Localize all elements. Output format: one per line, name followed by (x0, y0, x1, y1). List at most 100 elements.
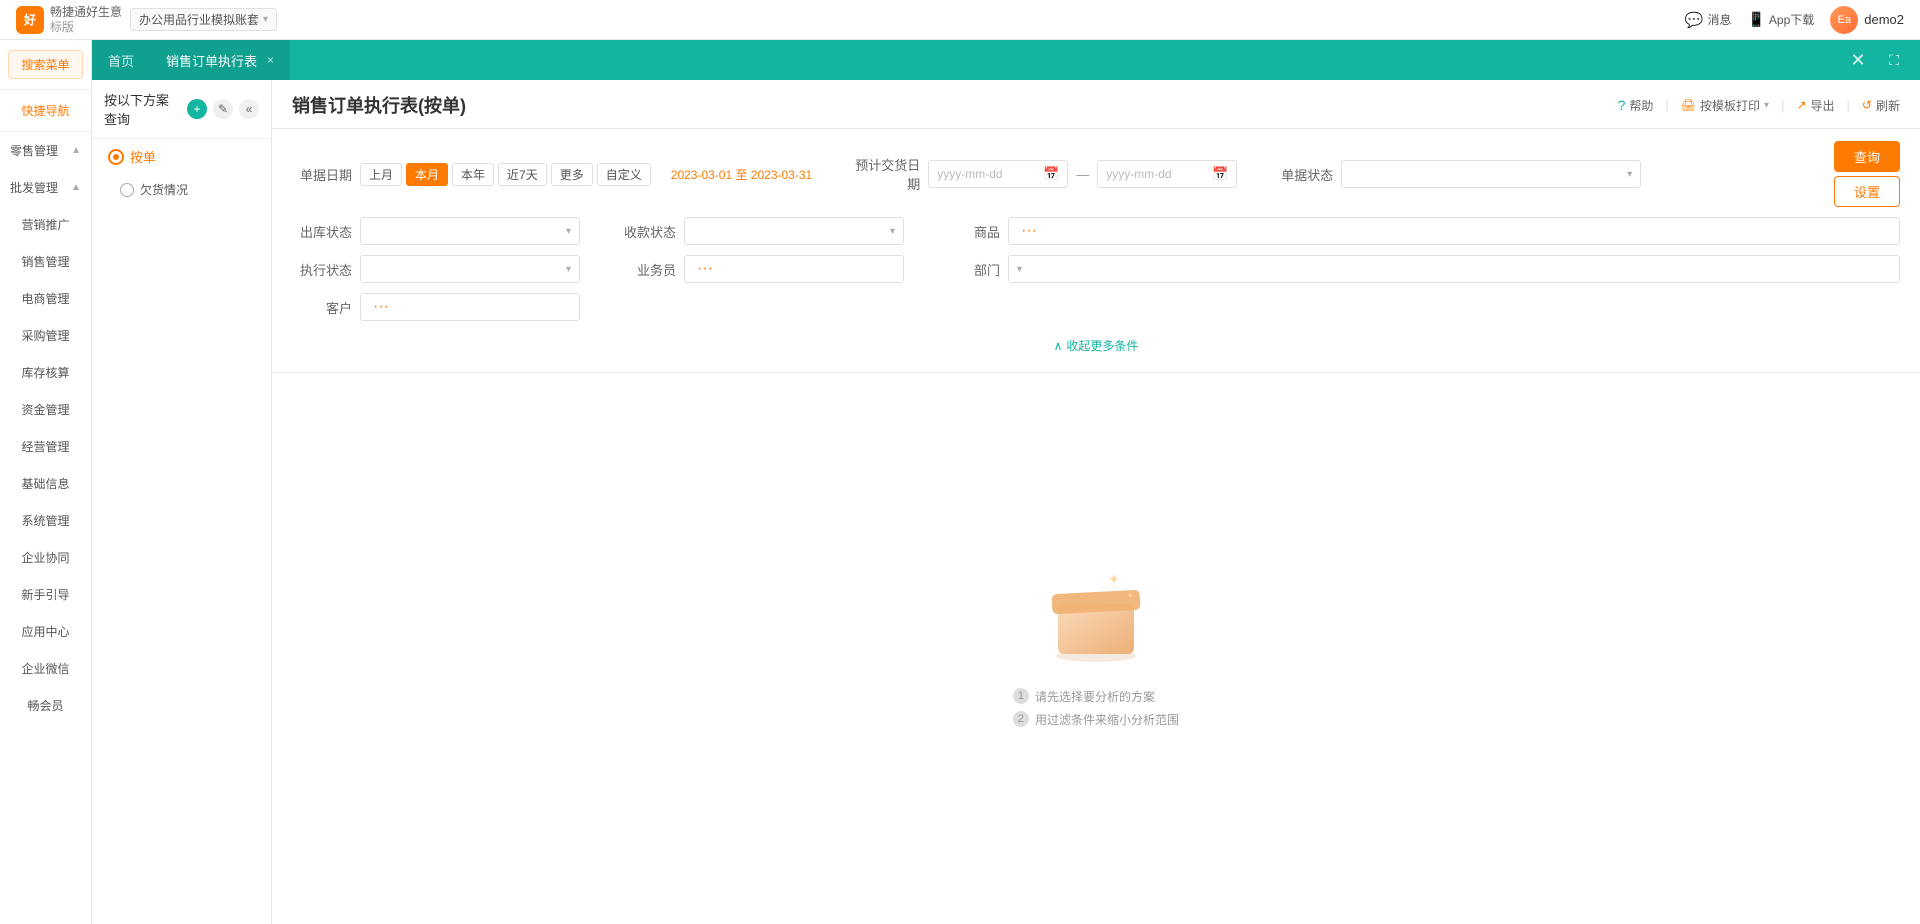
print-chevron-icon: ▾ (1764, 100, 1769, 111)
sidebar-item-retail[interactable]: 零售管理 ▲ (0, 132, 91, 169)
main-content: 销售订单执行表(按单) ? 帮助 | 🖨 按模板打印 ▾ (272, 80, 1920, 924)
filter-row-3: 执行状态 ▾ 业务员 ··· (292, 255, 1900, 283)
left-panel-icons: + ✎ « (187, 99, 259, 119)
empty-illustration: ✦ ✦ (1036, 564, 1156, 664)
scheme-item-by-order[interactable]: 按单 (92, 139, 271, 174)
sidebar-item-system[interactable]: 系统管理 (0, 502, 91, 539)
product-input[interactable]: ··· (1008, 217, 1900, 245)
logo-area: 好 畅捷通好生意 标版 (16, 5, 122, 34)
svg-text:✦: ✦ (1108, 571, 1120, 587)
app-download-button[interactable]: 📱 App下载 (1747, 11, 1814, 28)
sub-item-shortage[interactable]: 欠货情况 (92, 174, 271, 205)
scheme-radio-icon (108, 149, 124, 165)
sidebar-search: 搜索菜单 (0, 40, 91, 90)
customer-input[interactable]: ··· (360, 293, 580, 321)
collapse-row: ∧ 收起更多条件 (292, 331, 1900, 360)
sidebar-item-sales[interactable]: 销售管理 (0, 243, 91, 280)
logo-icon: 好 (16, 6, 44, 34)
print-icon: 🖨 (1681, 98, 1696, 112)
chevron-up-icon: ∧ (1054, 339, 1063, 353)
sidebar-item-guide[interactable]: 新手引导 (0, 576, 91, 613)
filter-area: 单据日期 上月 本月 本年 近7天 更多 自定义 2023-03-01 至 20… (272, 129, 1920, 373)
salesperson-label: 业务员 (616, 260, 676, 279)
exec-status-label: 执行状态 (292, 260, 352, 279)
dept-select[interactable]: ▾ (1008, 255, 1900, 283)
tab-home[interactable]: 首页 (92, 40, 150, 80)
calendar-icon-2: 📅 (1212, 166, 1228, 182)
sidebar-item-collab[interactable]: 企业协同 (0, 539, 91, 576)
tab-actions: ✕ ⛶ (1844, 46, 1920, 74)
svg-text:✦: ✦ (1126, 591, 1134, 602)
receipt-status-select[interactable]: ▾ (684, 217, 904, 245)
window-close-button[interactable]: ✕ (1844, 46, 1872, 74)
date-btn-last-month[interactable]: 上月 (360, 163, 402, 186)
page-actions: ? 帮助 | 🖨 按模板打印 ▾ | ↗ (1618, 97, 1900, 114)
export-icon: ↗ (1796, 98, 1806, 112)
message-icon: 💬 (1685, 11, 1704, 29)
window-expand-button[interactable]: ⛶ (1880, 46, 1908, 74)
date-buttons: 上月 本月 本年 近7天 更多 自定义 (360, 163, 651, 186)
salesperson-input[interactable]: ··· (684, 255, 904, 283)
date-range-display: 2023-03-01 至 2023-03-31 (671, 166, 812, 183)
tab-bar: 首页 销售订单执行表 × ✕ ⛶ (92, 40, 1920, 80)
user-area[interactable]: Ea demo2 (1830, 6, 1904, 34)
chevron-down-icon: ▾ (890, 226, 895, 237)
sidebar-item-purchase[interactable]: 采购管理 (0, 317, 91, 354)
edit-scheme-button[interactable]: ✎ (213, 99, 233, 119)
expected-date-label: 预计交货日期 (848, 155, 920, 193)
avatar: Ea (1830, 6, 1858, 34)
sidebar-item-inventory[interactable]: 库存核算 (0, 354, 91, 391)
add-scheme-button[interactable]: + (187, 99, 207, 119)
doc-status-select[interactable]: ▾ (1341, 160, 1641, 188)
dept-label: 部门 (940, 260, 1000, 279)
settings-button[interactable]: 设置 (1834, 176, 1900, 207)
app-selector[interactable]: 办公用品行业模拟账套 ▾ (130, 8, 277, 31)
query-btn-group: 查询 设置 (1834, 141, 1900, 207)
sidebar-item-marketing[interactable]: 营销推广 (0, 206, 91, 243)
sidebar-item-basics[interactable]: 基础信息 (0, 465, 91, 502)
quick-nav-button[interactable]: 快捷导航 (0, 96, 91, 125)
date-btn-more[interactable]: 更多 (551, 163, 593, 186)
filter-row-4: 客户 ··· (292, 293, 1900, 321)
sidebar-item-app-center[interactable]: 应用中心 (0, 613, 91, 650)
date-btn-this-year[interactable]: 本年 (452, 163, 494, 186)
date-btn-7days[interactable]: 近7天 (498, 163, 547, 186)
sidebar-item-finance[interactable]: 资金管理 (0, 391, 91, 428)
topbar-right: 💬 消息 📱 App下载 Ea demo2 (1685, 6, 1904, 34)
user-name[interactable]: demo2 (1864, 12, 1904, 27)
date-btn-this-month[interactable]: 本月 (406, 163, 448, 186)
sidebar-item-wechat[interactable]: 企业微信 (0, 650, 91, 687)
right-area: 首页 销售订单执行表 × ✕ ⛶ 按以下方案查询 + ✎ « (92, 40, 1920, 924)
date-btn-custom[interactable]: 自定义 (597, 163, 651, 186)
date-label: 单据日期 (292, 165, 352, 184)
calendar-icon: 📅 (1043, 166, 1059, 182)
chevron-down-icon: ▾ (566, 264, 571, 275)
tab-sales-exec[interactable]: 销售订单执行表 × (150, 40, 290, 80)
sidebar-item-wholesale[interactable]: 批发管理 ▲ (0, 169, 91, 206)
expected-date-start[interactable]: yyyy-mm-dd 📅 (928, 160, 1068, 188)
collapse-button[interactable]: ∧ 收起更多条件 (292, 337, 1900, 354)
empty-hint-2: 2 用过滤条件来缩小分析范围 (1013, 711, 1179, 728)
doc-status-label: 单据状态 (1273, 165, 1333, 184)
expected-date-end[interactable]: yyyy-mm-dd 📅 (1097, 160, 1237, 188)
product-dots-icon: ··· (1021, 222, 1037, 240)
exec-status-select[interactable]: ▾ (360, 255, 580, 283)
tab-close-button[interactable]: × (267, 53, 274, 67)
logo-text: 畅捷通好生意 标版 (50, 5, 122, 34)
content-area: 按以下方案查询 + ✎ « 按单 欠货情况 (92, 80, 1920, 924)
export-button[interactable]: ↗ 导出 (1796, 97, 1834, 114)
refresh-button[interactable]: ↺ 刷新 (1862, 97, 1900, 114)
collapse-panel-button[interactable]: « (239, 99, 259, 119)
sidebar-item-ecommerce[interactable]: 电商管理 (0, 280, 91, 317)
sidebar-item-member[interactable]: 畅会员 (0, 687, 91, 724)
chevron-down-icon: ▾ (566, 226, 571, 237)
sidebar-item-operations[interactable]: 经营管理 (0, 428, 91, 465)
query-button[interactable]: 查询 (1834, 141, 1900, 172)
message-button[interactable]: 💬 消息 (1685, 11, 1732, 29)
print-button[interactable]: 🖨 按模板打印 ▾ (1681, 97, 1769, 114)
search-menu-button[interactable]: 搜索菜单 (8, 50, 83, 79)
customer-dots-icon: ··· (373, 298, 389, 316)
help-icon: ? (1618, 97, 1626, 113)
help-button[interactable]: ? 帮助 (1618, 97, 1654, 114)
stock-status-select[interactable]: ▾ (360, 217, 580, 245)
